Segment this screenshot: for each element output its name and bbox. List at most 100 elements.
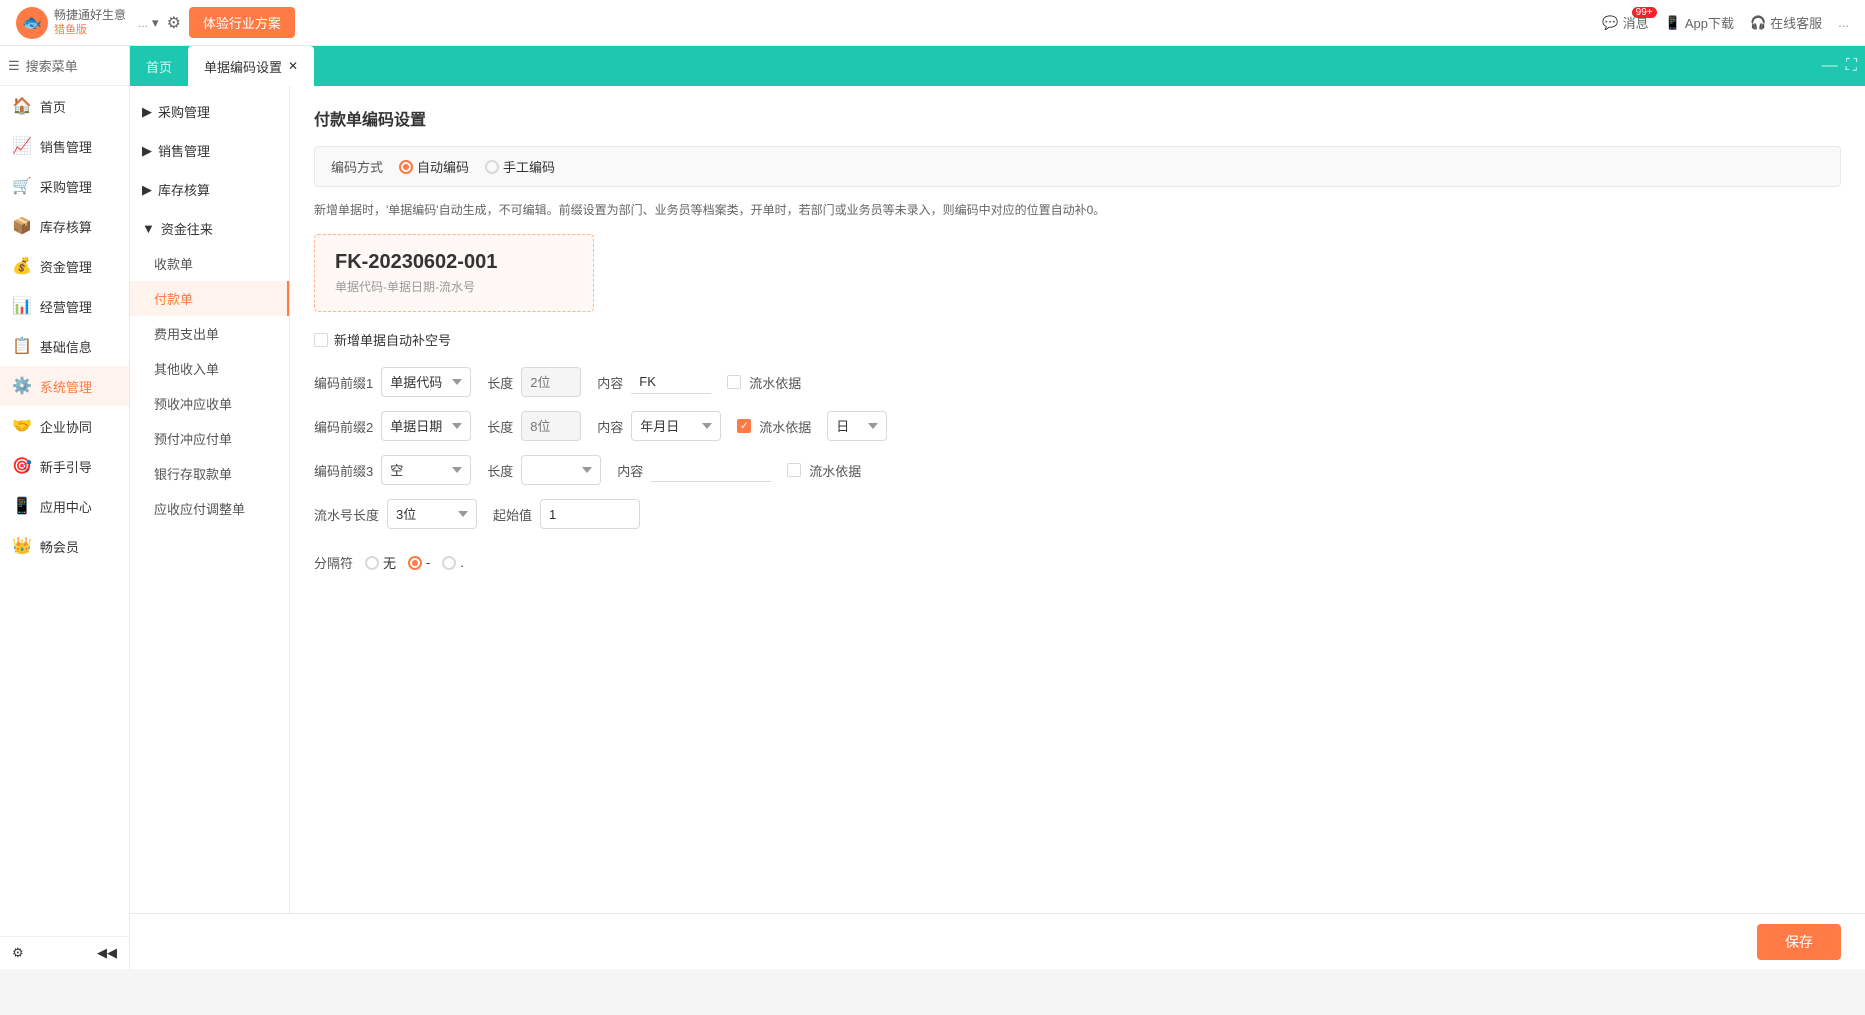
watermark2-checkbox[interactable]: ✓ <box>737 419 751 433</box>
sub-item-payment[interactable]: 付款单 <box>130 281 289 316</box>
sidebar-item-base[interactable]: 📋 基础信息 <box>0 326 129 366</box>
serial-length-select[interactable]: 3位 4位 5位 6位 <box>387 499 477 529</box>
chevron-right-icon3: ▶ <box>142 182 152 198</box>
online-service-button[interactable]: 🎧 在线客服 <box>1750 13 1822 32</box>
sub-item-bank-deposit[interactable]: 银行存取款单 <box>130 456 289 491</box>
auto-encode-radio[interactable] <box>399 160 413 174</box>
period2-select[interactable]: 日 月 年 <box>827 411 887 441</box>
content2-select[interactable]: 年月日 <box>631 411 721 441</box>
sidebar-item-system[interactable]: ⚙️ 系统管理 <box>0 366 129 406</box>
watermark1-field: 流水依据 <box>727 373 801 392</box>
sidebar-item-member[interactable]: 👑 畅会员 <box>0 526 129 566</box>
sep-none-radio[interactable] <box>365 556 379 570</box>
watermark1-checkbox[interactable] <box>727 375 741 389</box>
save-button[interactable]: 保存 <box>1757 924 1841 960</box>
serial-length-field: 流水号长度 3位 4位 5位 6位 <box>314 499 477 529</box>
top-header: 🐟 畅捷通好生意 猎鱼版 ... ▾ ⚙ 体验行业方案 💬 消息 99+ 📱 A… <box>0 0 1865 46</box>
sub-sidebar: ▶ 采购管理 ▶ 销售管理 ▶ 库存核算 <box>130 86 290 913</box>
bottom-bar: 保存 <box>130 913 1865 969</box>
sidebar-item-inventory[interactable]: 📦 库存核算 <box>0 206 129 246</box>
info-text: 新增单据时，'单据编码'自动生成，不可编辑。前缀设置为部门、业务员等档案类，开单… <box>314 201 1841 220</box>
length3-select[interactable] <box>521 455 601 485</box>
tab-home[interactable]: 首页 <box>130 46 188 86</box>
sidebar-item-appcenter[interactable]: 📱 应用中心 <box>0 486 129 526</box>
sub-group-purchase-title[interactable]: ▶ 采购管理 <box>130 94 289 129</box>
sub-group-inventory: ▶ 库存核算 <box>130 172 289 207</box>
content1-field: 内容 <box>597 370 711 394</box>
sidebar-item-newguide[interactable]: 🎯 新手引导 <box>0 446 129 486</box>
member-icon: 👑 <box>12 536 32 556</box>
sub-item-advance-receive[interactable]: 预收冲应收单 <box>130 386 289 421</box>
sub-item-other-income[interactable]: 其他收入单 <box>130 351 289 386</box>
header-left: 🐟 畅捷通好生意 猎鱼版 ... ▾ ⚙ 体验行业方案 <box>16 7 295 39</box>
sidebar-item-finance[interactable]: 💰 资金管理 <box>0 246 129 286</box>
serial-row: 流水号长度 3位 4位 5位 6位 起始值 <box>314 499 1841 529</box>
watermark2-label: 流水依据 <box>759 417 811 436</box>
sales-icon: 📈 <box>12 136 32 156</box>
manual-encode-radio[interactable] <box>485 160 499 174</box>
content1-input[interactable] <box>631 370 711 394</box>
sub-group-capital-title[interactable]: ▼ 资金往来 <box>130 211 289 246</box>
sub-group-inventory-title[interactable]: ▶ 库存核算 <box>130 172 289 207</box>
length1-field: 长度 <box>487 367 581 397</box>
sub-item-expense[interactable]: 费用支出单 <box>130 316 289 351</box>
content3-field: 内容 <box>617 458 771 482</box>
sep-dot-option[interactable]: . <box>442 555 464 570</box>
sub-item-receipt[interactable]: 收款单 <box>130 246 289 281</box>
prefix3-select[interactable]: 空 <box>381 455 471 485</box>
watermark3-checkbox[interactable] <box>787 463 801 477</box>
prefix1-select[interactable]: 单据代码 <box>381 367 471 397</box>
logo-text: 畅捷通好生意 猎鱼版 <box>54 8 126 38</box>
content3-label: 内容 <box>617 461 643 480</box>
content3-input[interactable] <box>651 458 771 482</box>
prefix2-select[interactable]: 单据日期 <box>381 411 471 441</box>
page-title: 付款单编码设置 <box>314 106 1841 130</box>
content1-label: 内容 <box>597 373 623 392</box>
start-value-input[interactable] <box>540 499 640 529</box>
main-panel: 付款单编码设置 编码方式 自动编码 手工编码 <box>290 86 1865 913</box>
tab-minimize-icon[interactable]: — <box>1822 57 1838 75</box>
content2-label: 内容 <box>597 417 623 436</box>
logo-icon: 🐟 <box>16 7 48 39</box>
message-icon: 💬 <box>1602 15 1618 31</box>
length2-input[interactable] <box>521 411 581 441</box>
sidebar-item-sales[interactable]: 📈 销售管理 <box>0 126 129 166</box>
sidebar-item-operations[interactable]: 📊 经营管理 <box>0 286 129 326</box>
sep-none-option[interactable]: 无 <box>365 553 396 572</box>
length3-field: 长度 <box>487 455 601 485</box>
sidebar-collapse-icon[interactable]: ◀◀ <box>97 945 117 961</box>
start-value-field: 起始值 <box>493 499 640 529</box>
prefix2-label: 编码前缀2 <box>314 417 373 436</box>
app-download-button[interactable]: 📱 App下载 <box>1665 13 1734 32</box>
tab-maximize-icon[interactable]: ⛶ <box>1846 57 1857 75</box>
sidebar-item-enterprise[interactable]: 🤝 企业协同 <box>0 406 129 446</box>
sub-group-sales-title[interactable]: ▶ 销售管理 <box>130 133 289 168</box>
sep-dot-radio[interactable] <box>442 556 456 570</box>
header-right: 💬 消息 99+ 📱 App下载 🎧 在线客服 ... <box>1602 13 1849 32</box>
sep-dash-option[interactable]: - <box>408 555 430 570</box>
settings-icon[interactable]: ⚙ <box>167 13 181 33</box>
sep-dash-radio[interactable] <box>408 556 422 570</box>
auto-fill-checkbox[interactable] <box>314 333 328 347</box>
sidebar-item-home[interactable]: 🏠 首页 <box>0 86 129 126</box>
sidebar-settings-icon[interactable]: ⚙ <box>12 945 24 961</box>
manual-encode-option[interactable]: 手工编码 <box>485 157 555 176</box>
company-name: ... <box>138 16 148 30</box>
tab-close-icon[interactable]: ✕ <box>288 59 298 73</box>
sub-item-receivable-adjust[interactable]: 应收应付调整单 <box>130 491 289 526</box>
company-dropdown[interactable]: ... ▾ <box>138 15 159 31</box>
period2-field: 日 月 年 <box>827 411 887 441</box>
sidebar-bottom: ⚙ ◀◀ <box>0 936 129 969</box>
sub-item-advance-pay[interactable]: 预付冲应付单 <box>130 421 289 456</box>
user-name[interactable]: ... <box>1838 15 1849 30</box>
sidebar-item-purchase[interactable]: 🛒 采购管理 <box>0 166 129 206</box>
search-menu-button[interactable]: ☰ 搜索菜单 <box>0 46 129 86</box>
chevron-right-icon: ▶ <box>142 104 152 120</box>
auto-encode-option[interactable]: 自动编码 <box>399 157 469 176</box>
code-preview-sub: 单据代码-单据日期-流水号 <box>335 278 573 295</box>
message-button[interactable]: 💬 消息 99+ <box>1602 13 1648 32</box>
sub-group-purchase: ▶ 采购管理 <box>130 94 289 129</box>
tab-encoding[interactable]: 单据编码设置 ✕ <box>188 46 314 86</box>
length1-input[interactable] <box>521 367 581 397</box>
try-button[interactable]: 体验行业方案 <box>189 7 295 38</box>
